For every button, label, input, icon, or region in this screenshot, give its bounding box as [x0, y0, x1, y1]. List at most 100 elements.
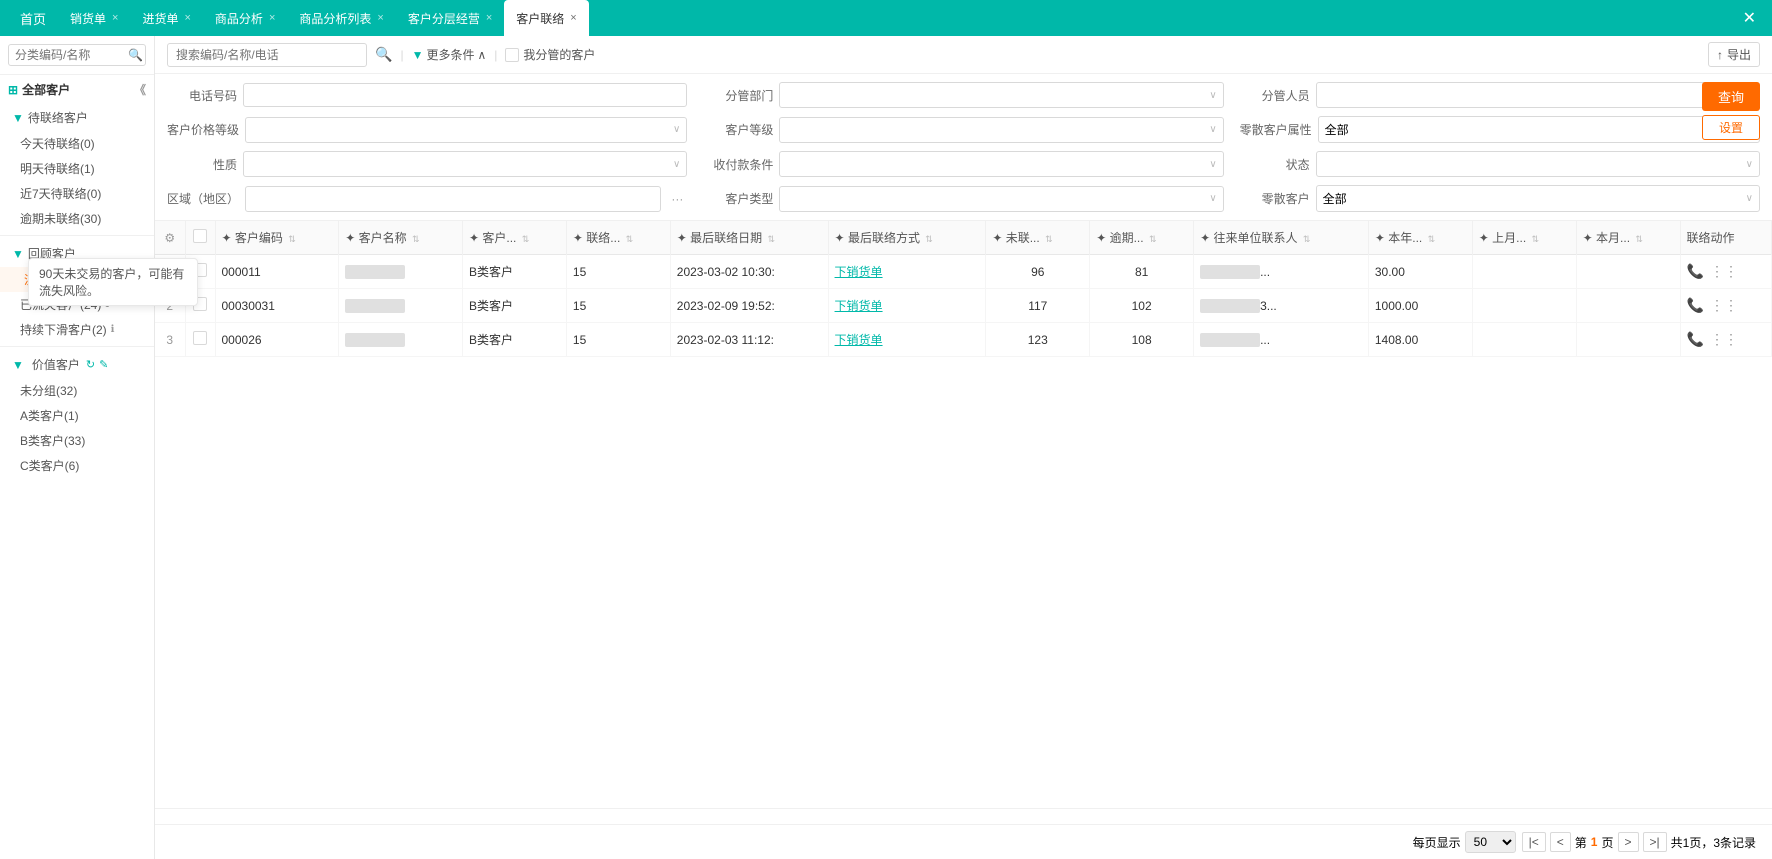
sort-icon-name[interactable]: ⇅	[412, 234, 420, 244]
my-customer-checkbox-area: 我分管的客户	[505, 46, 595, 63]
row-2-more-icon[interactable]: ⋮⋮	[1710, 297, 1738, 314]
page-first-button[interactable]: |<	[1522, 832, 1546, 852]
sidebar-item-unclassified[interactable]: 未分组(32)	[0, 378, 154, 403]
search-input[interactable]	[167, 43, 367, 67]
sort-icon-unlisted[interactable]: ⇅	[1045, 234, 1053, 244]
row-2-contact: 15	[566, 289, 670, 323]
sort-icon-last-method[interactable]: ⇅	[925, 234, 933, 244]
sort-icon-last-date[interactable]: ⇅	[768, 234, 776, 244]
filter-select-price-level[interactable]: ∨	[245, 117, 687, 143]
sort-icon-type[interactable]: ⇅	[522, 234, 530, 244]
row-1-phone-icon[interactable]: 📞	[1687, 263, 1704, 280]
edit-icon-value[interactable]: ✎	[99, 358, 108, 371]
nav-tab-analysis[interactable]: 商品分析 ×	[203, 0, 287, 36]
filter-select-person[interactable]	[1316, 82, 1734, 108]
row-3-last-method[interactable]: 下销货单	[828, 323, 986, 357]
sidebar-item-class-b[interactable]: B类客户(33)	[0, 428, 154, 453]
sort-icon-this-month[interactable]: ⇅	[1635, 234, 1643, 244]
sort-icon-this-year[interactable]: ⇅	[1428, 234, 1436, 244]
page-next-button[interactable]: >	[1618, 832, 1639, 852]
filter-select-scattered-attr[interactable]: 全部 ∨	[1318, 116, 1760, 143]
sort-icon-overdue[interactable]: ⇅	[1149, 234, 1157, 244]
filter-level: 客户等级 ∨	[703, 116, 1223, 143]
nav-tab-purchase[interactable]: 进货单 ×	[130, 0, 202, 36]
page-prev-button[interactable]: <	[1550, 832, 1571, 852]
region-dots-button[interactable]: ···	[667, 192, 687, 206]
row-1-more-icon[interactable]: ⋮⋮	[1710, 263, 1738, 280]
row-2-name	[339, 289, 463, 323]
filter-input-phone[interactable]	[243, 83, 687, 107]
sort-icon-last-month[interactable]: ⇅	[1532, 234, 1540, 244]
col-settings[interactable]: ⚙	[155, 221, 185, 255]
my-customer-checkbox[interactable]	[505, 48, 519, 62]
export-button[interactable]: ↑ 导出	[1708, 42, 1760, 67]
nav-tab-sales[interactable]: 销货单 ×	[58, 0, 130, 36]
tab-close-sales[interactable]: ×	[112, 12, 118, 24]
row-2-phone-icon[interactable]: 📞	[1687, 297, 1704, 314]
sidebar-item-class-a[interactable]: A类客户(1)	[0, 403, 154, 428]
horizontal-scrollbar[interactable]	[155, 808, 1772, 824]
filter-nature: 性质 ∨	[167, 151, 687, 177]
more-conditions-button[interactable]: ▼ 更多条件 ∧	[412, 46, 487, 63]
col-checkbox[interactable]	[185, 221, 215, 255]
tab-close-analysis[interactable]: ×	[269, 12, 275, 24]
filter-label-region: 区域（地区）	[167, 190, 239, 207]
sidebar-search-input[interactable]	[8, 44, 146, 66]
sidebar-item-overdue[interactable]: 逾期未联络(30)	[0, 206, 154, 231]
row-3-last-method-link[interactable]: 下销货单	[835, 333, 883, 347]
sidebar-item-today[interactable]: 今天待联络(0)	[0, 131, 154, 156]
tab-close-customer-segment[interactable]: ×	[486, 12, 492, 24]
query-button[interactable]: 查询	[1702, 82, 1760, 111]
row-1-last-date: 2023-03-02 10:30:	[670, 255, 828, 289]
sort-icon-code[interactable]: ⇅	[288, 234, 296, 244]
nav-tab-analysis-list[interactable]: 商品分析列表 ×	[287, 0, 395, 36]
sidebar-item-7days[interactable]: 近7天待联络(0)	[0, 181, 154, 206]
row-2-last-method-link[interactable]: 下销货单	[835, 299, 883, 313]
sidebar-group-value-header[interactable]: ▼ 价值客户 ↻ ✎	[0, 351, 154, 378]
search-button[interactable]: 🔍	[375, 46, 392, 63]
col-header-last-month: ✦ 上月... ⇅	[1472, 221, 1576, 255]
sidebar-item-class-c[interactable]: C类客户(6)	[0, 453, 154, 478]
filter-select-scattered[interactable]: 全部 ∨	[1316, 185, 1760, 212]
sort-icon-contact[interactable]: ⇅	[626, 234, 634, 244]
sidebar-all-customers[interactable]: ⊞ 全部客户 《	[0, 75, 154, 104]
row-3-phone-icon[interactable]: 📞	[1687, 331, 1704, 348]
window-close-button[interactable]: ✕	[1735, 8, 1764, 28]
tab-close-customer-contact[interactable]: ×	[570, 12, 576, 24]
col-header-overdue: ✦ 逾期... ⇅	[1090, 221, 1194, 255]
settings-button[interactable]: 设置	[1702, 115, 1760, 140]
row-3-more-icon[interactable]: ⋮⋮	[1710, 331, 1738, 348]
row-1-last-method[interactable]: 下销货单	[828, 255, 986, 289]
row-checkbox-3[interactable]	[185, 323, 215, 357]
row-3-checkbox[interactable]	[193, 331, 207, 345]
filter-select-status[interactable]: ∨	[1316, 151, 1760, 177]
sidebar-group-pending-header[interactable]: ▼ 待联络客户	[0, 104, 154, 131]
tab-close-analysis-list[interactable]: ×	[377, 12, 383, 24]
row-1-last-method-link[interactable]: 下销货单	[835, 265, 883, 279]
row-2-last-method[interactable]: 下销货单	[828, 289, 986, 323]
sort-icon-contact-person[interactable]: ⇅	[1303, 234, 1311, 244]
page-last-button[interactable]: >|	[1643, 832, 1667, 852]
row-3-this-month	[1576, 323, 1680, 357]
nav-tab-customer-contact[interactable]: 客户联络 ×	[504, 0, 588, 36]
per-page-select[interactable]: 50 100 200	[1465, 831, 1516, 853]
sidebar-item-declining[interactable]: 持续下滑客户(2) ℹ	[0, 317, 154, 342]
export-icon: ↑	[1717, 48, 1723, 62]
filter-select-customer-type[interactable]: ∨	[779, 186, 1223, 212]
refresh-icon-value[interactable]: ↻	[86, 358, 95, 371]
header-checkbox[interactable]	[193, 229, 207, 243]
tab-close-purchase[interactable]: ×	[184, 12, 190, 24]
filter-select-region[interactable]	[245, 186, 661, 212]
nav-home[interactable]: 首页	[8, 0, 58, 36]
sidebar-item-tomorrow[interactable]: 明天待联络(1)	[0, 156, 154, 181]
nav-tab-customer-segment[interactable]: 客户分层经营 ×	[396, 0, 504, 36]
row-3-this-year: 1408.00	[1368, 323, 1472, 357]
filter-select-level[interactable]: ∨	[779, 117, 1223, 143]
filter-select-payment[interactable]: ∨	[779, 151, 1223, 177]
filter-label-status: 状态	[1240, 156, 1310, 173]
chevron-level-icon: ∨	[1209, 124, 1216, 135]
filter-select-nature[interactable]: ∨	[243, 151, 687, 177]
filter-select-dept[interactable]: ∨	[779, 82, 1223, 108]
current-page: 1	[1591, 835, 1598, 849]
row-3-name	[339, 323, 463, 357]
